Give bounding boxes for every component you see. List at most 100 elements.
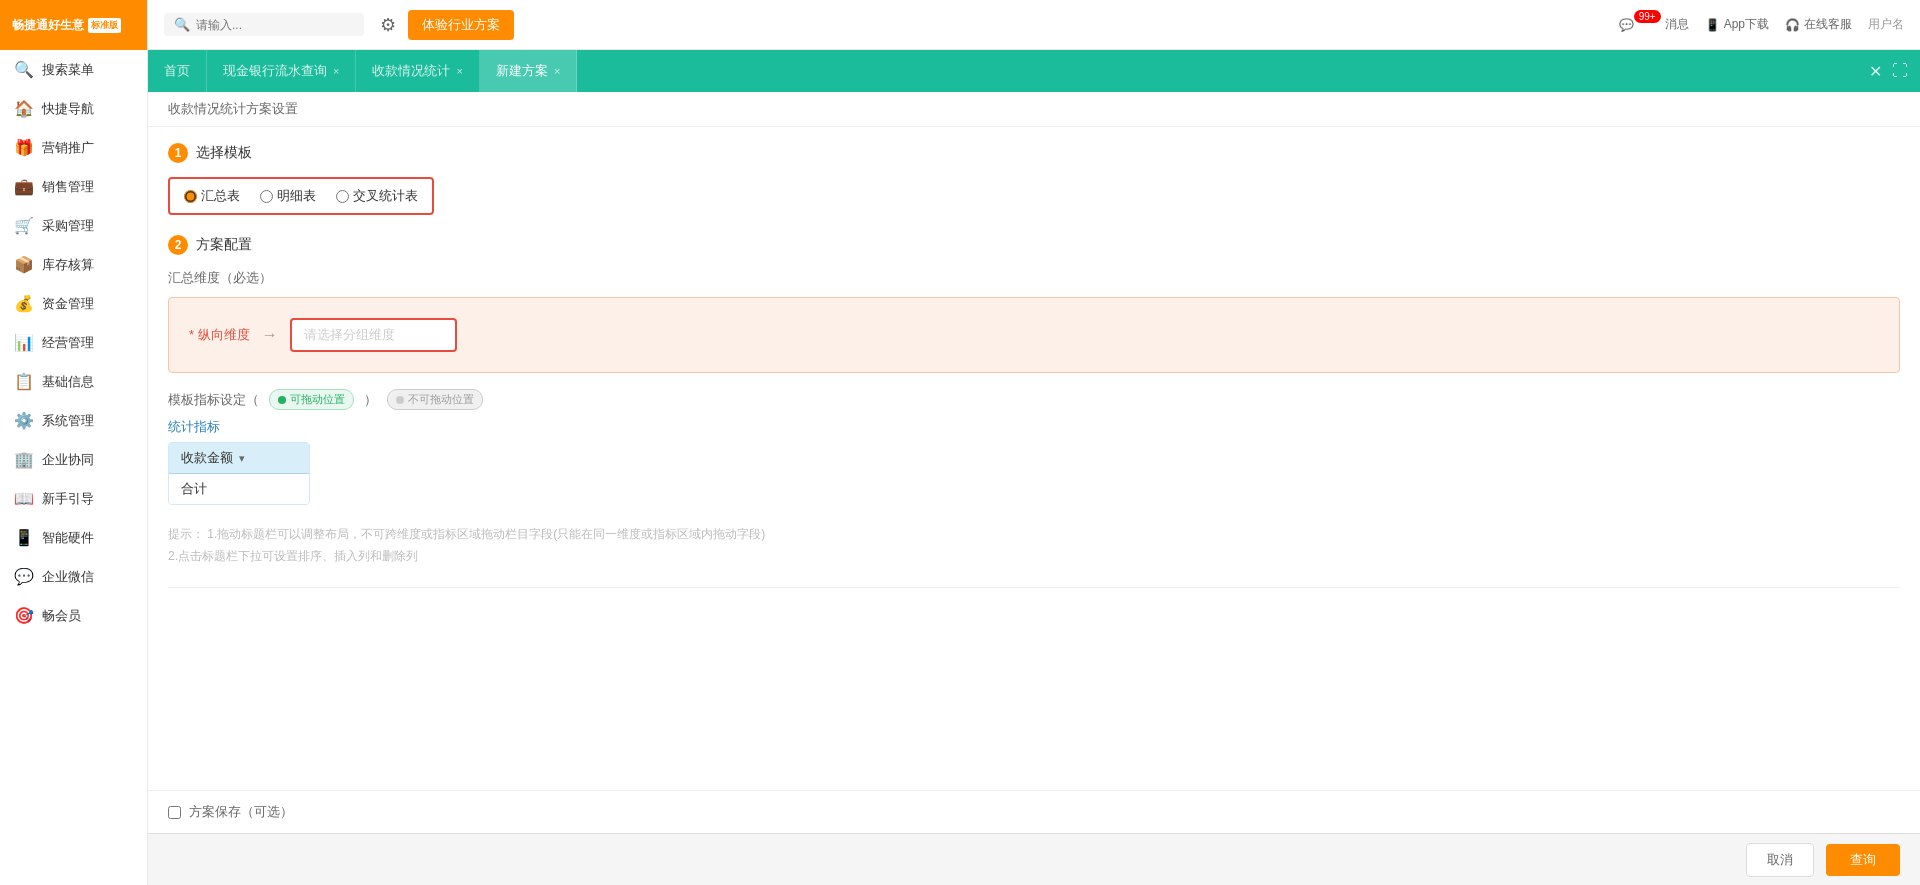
sidebar-item-system[interactable]: ⚙️ 系统管理 [0, 401, 147, 440]
tip-2: 2.点击标题栏下拉可设置排序、插入列和删除列 [168, 546, 1900, 568]
sidebar-item-purchase[interactable]: 🛒 采购管理 [0, 206, 147, 245]
template-option-cross[interactable]: 交叉统计表 [336, 187, 418, 205]
close-new-plan-icon[interactable]: × [554, 65, 560, 77]
close-receipt-stats-icon[interactable]: × [456, 65, 462, 77]
main-area: 🔍 ⚙ 体验行业方案 💬 99+ 消息 📱 App下载 🎧 在线客服 用户名 首… [148, 0, 1920, 885]
section2-num: 2 [168, 235, 188, 255]
sidebar-item-inventory[interactable]: 📦 库存核算 [0, 245, 147, 284]
service-button[interactable]: 🎧 在线客服 [1785, 16, 1852, 33]
sidebar-item-label: 基础信息 [42, 373, 94, 391]
tab-receipt-stats-label: 收款情况统计 [372, 62, 450, 80]
template-radio-summary[interactable] [184, 190, 197, 203]
undraggable-label: 不可拖动位置 [408, 392, 474, 407]
tab-new-plan[interactable]: 新建方案 × [480, 50, 577, 92]
dimension-select[interactable]: 请选择分组维度 [290, 318, 457, 352]
sales-icon: 💼 [14, 177, 34, 196]
tab-receipt-stats[interactable]: 收款情况统计 × [356, 50, 479, 92]
logo-text: 畅捷通好生意 [12, 18, 84, 32]
minimize-icon[interactable]: ✕ [1869, 62, 1882, 81]
section1-header: 1 选择模板 [168, 143, 1900, 163]
draggable-label: 可拖动位置 [290, 392, 345, 407]
sidebar-item-label: 资金管理 [42, 295, 94, 313]
sidebar-item-finance[interactable]: 💰 资金管理 [0, 284, 147, 323]
template-radio-cross[interactable] [336, 190, 349, 203]
dropdown-arrow-icon[interactable]: ▾ [239, 452, 245, 465]
gear-icon[interactable]: ⚙ [380, 14, 396, 36]
sidebar-item-label: 新手引导 [42, 490, 94, 508]
sidebar-item-search[interactable]: 🔍 搜索菜单 [0, 50, 147, 89]
template-option-detail[interactable]: 明细表 [260, 187, 316, 205]
sidebar-item-wechat[interactable]: 💬 企业微信 [0, 557, 147, 596]
sidebar-item-label: 库存核算 [42, 256, 94, 274]
tabbar: 首页 现金银行流水查询 × 收款情况统计 × 新建方案 × ✕ ⛶ [148, 50, 1920, 92]
metrics-label-row: 模板指标设定（ 可拖动位置 ） 不可拖动位置 [168, 389, 1900, 410]
download-icon: 📱 [1705, 18, 1720, 32]
save-area: 方案保存（可选） [148, 790, 1920, 833]
metrics-table: 收款金额 ▾ 合计 [168, 442, 310, 505]
section2-header: 2 方案配置 [168, 235, 1900, 255]
save-label: 方案保存（可选） [189, 803, 293, 821]
tab-home[interactable]: 首页 [148, 50, 207, 92]
sidebar-item-sales[interactable]: 💼 销售管理 [0, 167, 147, 206]
template-options-box: 汇总表 明细表 交叉统计表 [168, 177, 434, 215]
sidebar-item-guide[interactable]: 📖 新手引导 [0, 479, 147, 518]
user-display: 用户名 [1868, 16, 1904, 33]
notification-badge: 99+ [1634, 10, 1661, 23]
query-button[interactable]: 查询 [1826, 844, 1900, 876]
sidebar-item-marketing[interactable]: 🎁 营销推广 [0, 128, 147, 167]
sidebar-item-smarthw[interactable]: 📱 智能硬件 [0, 518, 147, 557]
subtotal-label: 合计 [181, 481, 207, 496]
home-icon: 🏠 [14, 99, 34, 118]
cancel-button[interactable]: 取消 [1746, 843, 1814, 877]
metrics-section: 模板指标设定（ 可拖动位置 ） 不可拖动位置 统计指标 [168, 389, 1900, 508]
message-button[interactable]: 💬 99+ 消息 [1619, 16, 1689, 33]
metrics-subtotal-row: 合计 [169, 474, 309, 504]
undraggable-badge: 不可拖动位置 [387, 389, 483, 410]
template-option-summary[interactable]: 汇总表 [184, 187, 240, 205]
guide-icon: 📖 [14, 489, 34, 508]
sidebar-item-member[interactable]: 🎯 畅会员 [0, 596, 147, 635]
template-radio-detail[interactable] [260, 190, 273, 203]
sidebar-item-quicknav[interactable]: 🏠 快捷导航 [0, 89, 147, 128]
search-input[interactable] [196, 18, 336, 32]
message-icon: 💬 [1619, 18, 1634, 32]
download-button[interactable]: 📱 App下载 [1705, 16, 1769, 33]
undraggable-dot [396, 396, 404, 404]
metrics-header-text: 模板指标设定（ [168, 391, 259, 409]
sidebar-item-label: 畅会员 [42, 607, 81, 625]
tab-bank-flow[interactable]: 现金银行流水查询 × [207, 50, 356, 92]
vertical-dimension-label: * 纵向维度 [189, 326, 250, 344]
sidebar-item-enterprise[interactable]: 🏢 企业协同 [0, 440, 147, 479]
topbar-search-box[interactable]: 🔍 [164, 13, 364, 36]
maximize-icon[interactable]: ⛶ [1892, 62, 1908, 80]
metrics-label-sep: ） [364, 391, 377, 409]
gift-icon: 🎁 [14, 138, 34, 157]
sidebar-item-basicinfo[interactable]: 📋 基础信息 [0, 362, 147, 401]
template-cross-label: 交叉统计表 [353, 187, 418, 205]
system-icon: ⚙️ [14, 411, 34, 430]
sidebar-item-label: 快捷导航 [42, 100, 94, 118]
sidebar-item-label: 营销推广 [42, 139, 94, 157]
dimension-section-title: 汇总维度（必选） [168, 269, 1900, 287]
sidebar-item-label: 企业微信 [42, 568, 94, 586]
save-checkbox[interactable] [168, 806, 181, 819]
section2-title: 方案配置 [196, 236, 252, 254]
wechat-icon: 💬 [14, 567, 34, 586]
message-label: 消息 [1665, 16, 1689, 33]
sidebar-item-label: 智能硬件 [42, 529, 94, 547]
close-bank-flow-icon[interactable]: × [333, 65, 339, 77]
sidebar-item-label: 经营管理 [42, 334, 94, 352]
tip-1: 提示： 1.拖动标题栏可以调整布局，不可跨维度或指标区域拖动栏目字段(只能在同一… [168, 524, 1900, 546]
trial-button[interactable]: 体验行业方案 [408, 10, 514, 40]
sidebar-logo: 畅捷通好生意 标准版 [0, 0, 147, 50]
section1-title: 选择模板 [196, 144, 252, 162]
sidebar: 畅捷通好生意 标准版 🔍 搜索菜单 🏠 快捷导航 🎁 营销推广 💼 销售管理 🛒… [0, 0, 148, 885]
sidebar-item-operation[interactable]: 📊 经营管理 [0, 323, 147, 362]
sidebar-item-label: 系统管理 [42, 412, 94, 430]
purchase-icon: 🛒 [14, 216, 34, 235]
content-area: 收款情况统计方案设置 1 选择模板 汇总表 明细表 [148, 92, 1920, 885]
topbar: 🔍 ⚙ 体验行业方案 💬 99+ 消息 📱 App下载 🎧 在线客服 用户名 [148, 0, 1920, 50]
metrics-column-header[interactable]: 收款金额 ▾ [169, 443, 309, 474]
service-label: 在线客服 [1804, 16, 1852, 33]
sidebar-item-label: 采购管理 [42, 217, 94, 235]
